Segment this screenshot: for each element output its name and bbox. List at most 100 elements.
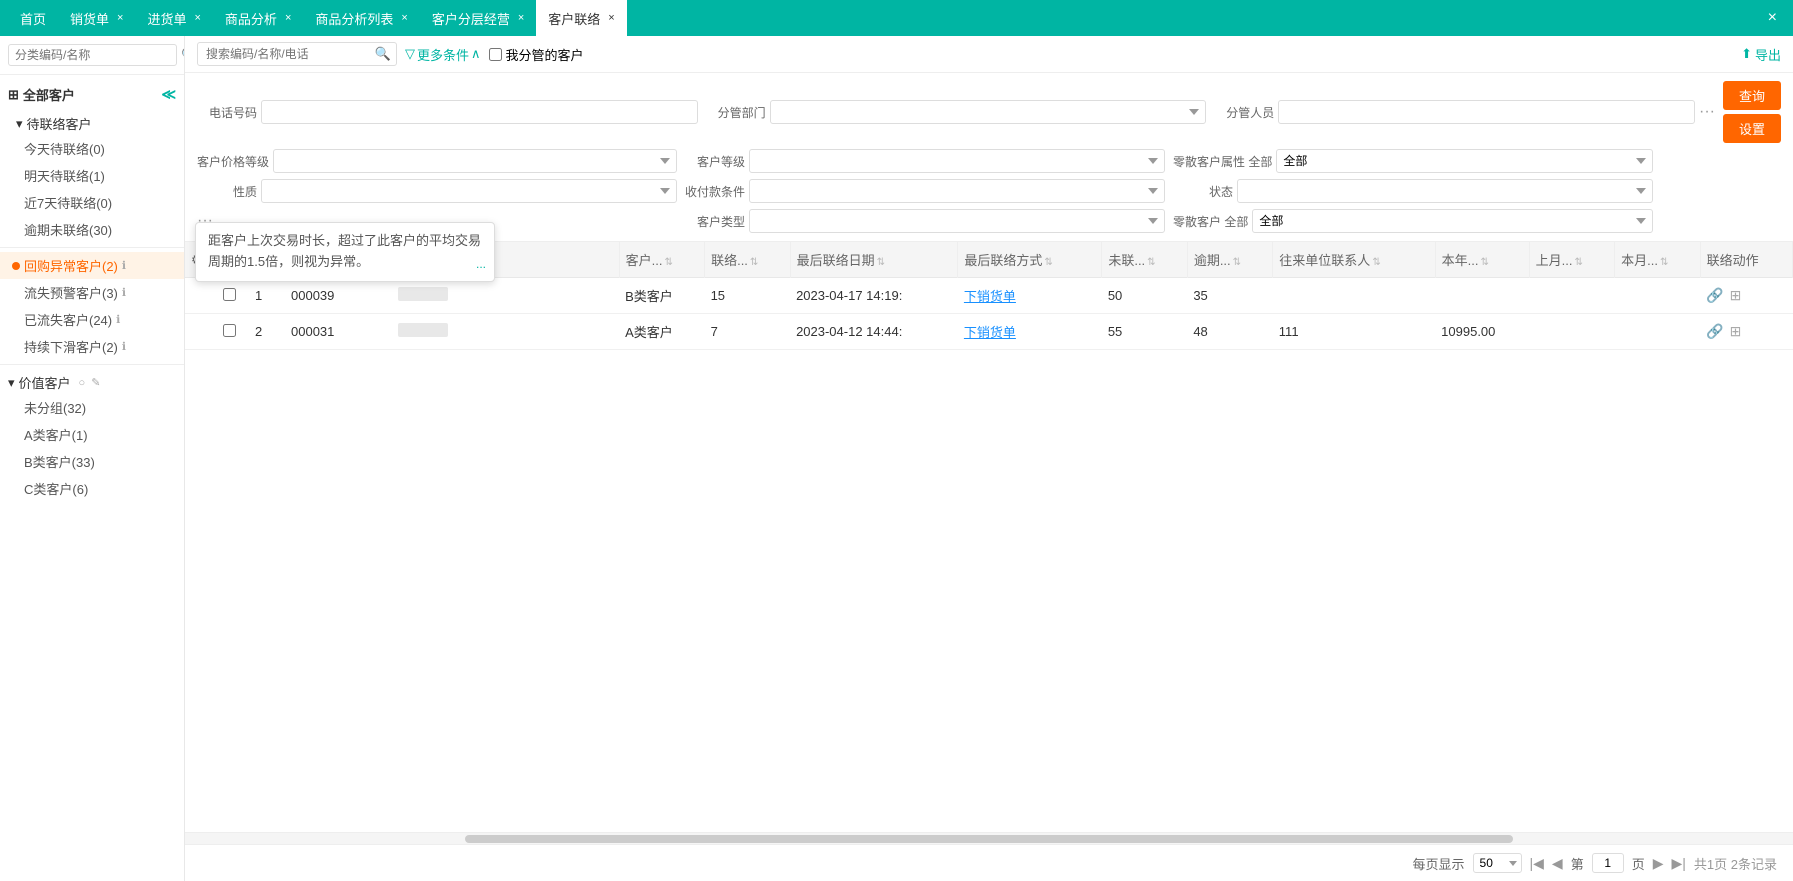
filter-row-1: 电话号码 分管部门 分管人员 ··· 查询 设置	[197, 81, 1781, 143]
col-customer-level[interactable]: 客户...⇅	[619, 242, 704, 278]
close-customer-tier-icon[interactable]: ×	[518, 12, 524, 24]
nav-sales[interactable]: 销货单 ×	[58, 0, 135, 36]
row-level-2: A类客户	[619, 314, 704, 350]
nav-product-analysis-list[interactable]: 商品分析列表 ×	[303, 0, 419, 36]
phone-input[interactable]	[261, 100, 698, 124]
nav-home[interactable]: 首页	[8, 0, 58, 36]
link-icon-1[interactable]: 🔗	[1706, 287, 1723, 304]
row-num-2: 2	[249, 314, 285, 350]
sidebar-all-customers[interactable]: ⊞ 全部客户 ≪	[0, 79, 184, 110]
last-page-button[interactable]: ▶|	[1672, 855, 1686, 872]
person-dots-icon[interactable]: ···	[1699, 103, 1715, 121]
close-product-analysis-list-icon[interactable]: ×	[401, 12, 407, 24]
col-overdue[interactable]: 逾期...⇅	[1187, 242, 1272, 278]
row-last-date-2: 2023-04-12 14:44:	[790, 314, 958, 350]
sidebar-item-churn-warning[interactable]: 流失预警客户(3) ℹ	[0, 279, 184, 306]
customer-type-select[interactable]	[749, 209, 1165, 233]
retail-customer-label: 零散客户 全部	[1173, 213, 1248, 230]
close-purchase-icon[interactable]: ×	[194, 12, 200, 24]
next-page-button[interactable]: ▶	[1653, 855, 1664, 872]
retail-customer-select[interactable]: 全部	[1252, 209, 1653, 233]
col-action: 联络动作	[1700, 242, 1792, 278]
customer-level-select[interactable]	[749, 149, 1165, 173]
row-checkbox-1[interactable]	[223, 288, 236, 301]
first-page-button[interactable]: |◀	[1530, 855, 1544, 872]
name-placeholder-2	[398, 323, 448, 337]
filter-row-3: 性质 收付款条件 状态	[197, 179, 1781, 203]
grid-action-icon-2[interactable]: ⊞	[1730, 323, 1742, 340]
col-this-month[interactable]: 本月...⇅	[1615, 242, 1700, 278]
my-customer-checkbox[interactable]	[489, 48, 502, 61]
per-page-select[interactable]: 50 20 100	[1473, 853, 1522, 873]
sidebar-item-class-a[interactable]: A类客户(1)	[0, 421, 184, 448]
row-gear-2	[185, 314, 217, 350]
nav-customer-contact[interactable]: 客户联络 ×	[536, 0, 626, 36]
payment-select[interactable]	[749, 179, 1165, 203]
sidebar-item-ungrouped[interactable]: 未分组(32)	[0, 394, 184, 421]
current-page-input[interactable]	[1592, 853, 1624, 873]
prev-page-button[interactable]: ◀	[1552, 855, 1563, 872]
sidebar-item-class-b[interactable]: B类客户(33)	[0, 448, 184, 475]
dept-select[interactable]	[770, 100, 1207, 124]
row-action-icons-2: 🔗 ⊞	[1706, 323, 1786, 340]
sidebar-item-today-pending[interactable]: 今天待联络(0)	[0, 135, 184, 162]
sidebar-group-pending[interactable]: ▾ 待联络客户	[0, 110, 184, 135]
sidebar-item-churned[interactable]: 已流失客户(24) ℹ	[0, 306, 184, 333]
export-icon: ⬆	[1741, 46, 1752, 62]
grid-action-icon-1[interactable]: ⊞	[1730, 287, 1742, 304]
edit-icon-2[interactable]: ✎	[91, 376, 100, 389]
nav-product-analysis[interactable]: 商品分析 ×	[213, 0, 303, 36]
edit-icon[interactable]: ○	[79, 377, 86, 389]
query-button[interactable]: 查询	[1723, 81, 1781, 110]
status-select[interactable]	[1237, 179, 1653, 203]
close-product-analysis-icon[interactable]: ×	[285, 12, 291, 24]
search-icon[interactable]: 🔍	[375, 46, 391, 62]
sidebar-item-repurchase-anomaly[interactable]: 回购异常客户(2) ℹ	[0, 252, 184, 279]
sidebar-item-overdue-unlinked[interactable]: 逾期未联络(30)	[0, 216, 184, 243]
retail-attr-select[interactable]: 全部	[1276, 149, 1653, 173]
row-last-method-1[interactable]: 下销货单	[958, 278, 1102, 314]
link-icon-2[interactable]: 🔗	[1706, 323, 1723, 340]
search-wrap: 🔍	[197, 42, 397, 66]
info-icon-4[interactable]: ℹ	[122, 340, 126, 353]
info-icon-3[interactable]: ℹ	[116, 313, 120, 326]
col-last-method[interactable]: 最后联络方式⇅	[958, 242, 1102, 278]
row-check	[217, 278, 249, 314]
row-checkbox-2[interactable]	[223, 324, 236, 337]
col-contact2[interactable]: 往来单位联系人⇅	[1273, 242, 1435, 278]
name-placeholder-1	[398, 287, 448, 301]
horizontal-scrollbar[interactable]	[185, 832, 1793, 844]
chevron-down-icon: ▾	[16, 116, 23, 132]
row-last-method-2[interactable]: 下销货单	[958, 314, 1102, 350]
col-last-month[interactable]: 上月...⇅	[1529, 242, 1614, 278]
sidebar-item-class-c[interactable]: C类客户(6)	[0, 475, 184, 502]
nav-customer-tier[interactable]: 客户分层经营 ×	[420, 0, 536, 36]
nav-purchase[interactable]: 进货单 ×	[135, 0, 212, 36]
info-icon-2[interactable]: ℹ	[122, 286, 126, 299]
col-last-date[interactable]: 最后联络日期⇅	[790, 242, 958, 278]
nature-select[interactable]	[261, 179, 677, 203]
customer-search-input[interactable]	[197, 42, 397, 66]
sidebar-item-declining[interactable]: 持续下滑客户(2) ℹ	[0, 333, 184, 360]
scrollbar-thumb[interactable]	[465, 835, 1513, 843]
dept-label: 分管部门	[706, 104, 766, 121]
person-input[interactable]	[1278, 100, 1695, 124]
col-unlink-days[interactable]: 未联...⇅	[1102, 242, 1187, 278]
price-level-label: 客户价格等级	[197, 153, 269, 170]
nav-close-all-button[interactable]: ×	[1760, 9, 1785, 27]
sidebar-item-7day-pending[interactable]: 近7天待联络(0)	[0, 189, 184, 216]
close-customer-contact-icon[interactable]: ×	[608, 12, 614, 24]
phone-label: 电话号码	[197, 104, 257, 121]
sidebar-search-input[interactable]	[8, 44, 177, 66]
col-this-year[interactable]: 本年...⇅	[1435, 242, 1529, 278]
my-customer-checkbox-label[interactable]: 我分管的客户	[489, 45, 584, 64]
more-conditions-button[interactable]: ▽ 更多条件 ∧	[405, 45, 481, 64]
setting-button[interactable]: 设置	[1723, 114, 1781, 143]
export-button[interactable]: ⬆ 导出	[1741, 45, 1781, 64]
chevron-right-icon: ▾	[8, 375, 15, 391]
close-sales-icon[interactable]: ×	[117, 12, 123, 24]
price-level-select[interactable]	[273, 149, 677, 173]
info-icon[interactable]: ℹ	[122, 259, 126, 272]
sidebar-item-tomorrow-pending[interactable]: 明天待联络(1)	[0, 162, 184, 189]
col-contact-count[interactable]: 联络...⇅	[705, 242, 790, 278]
